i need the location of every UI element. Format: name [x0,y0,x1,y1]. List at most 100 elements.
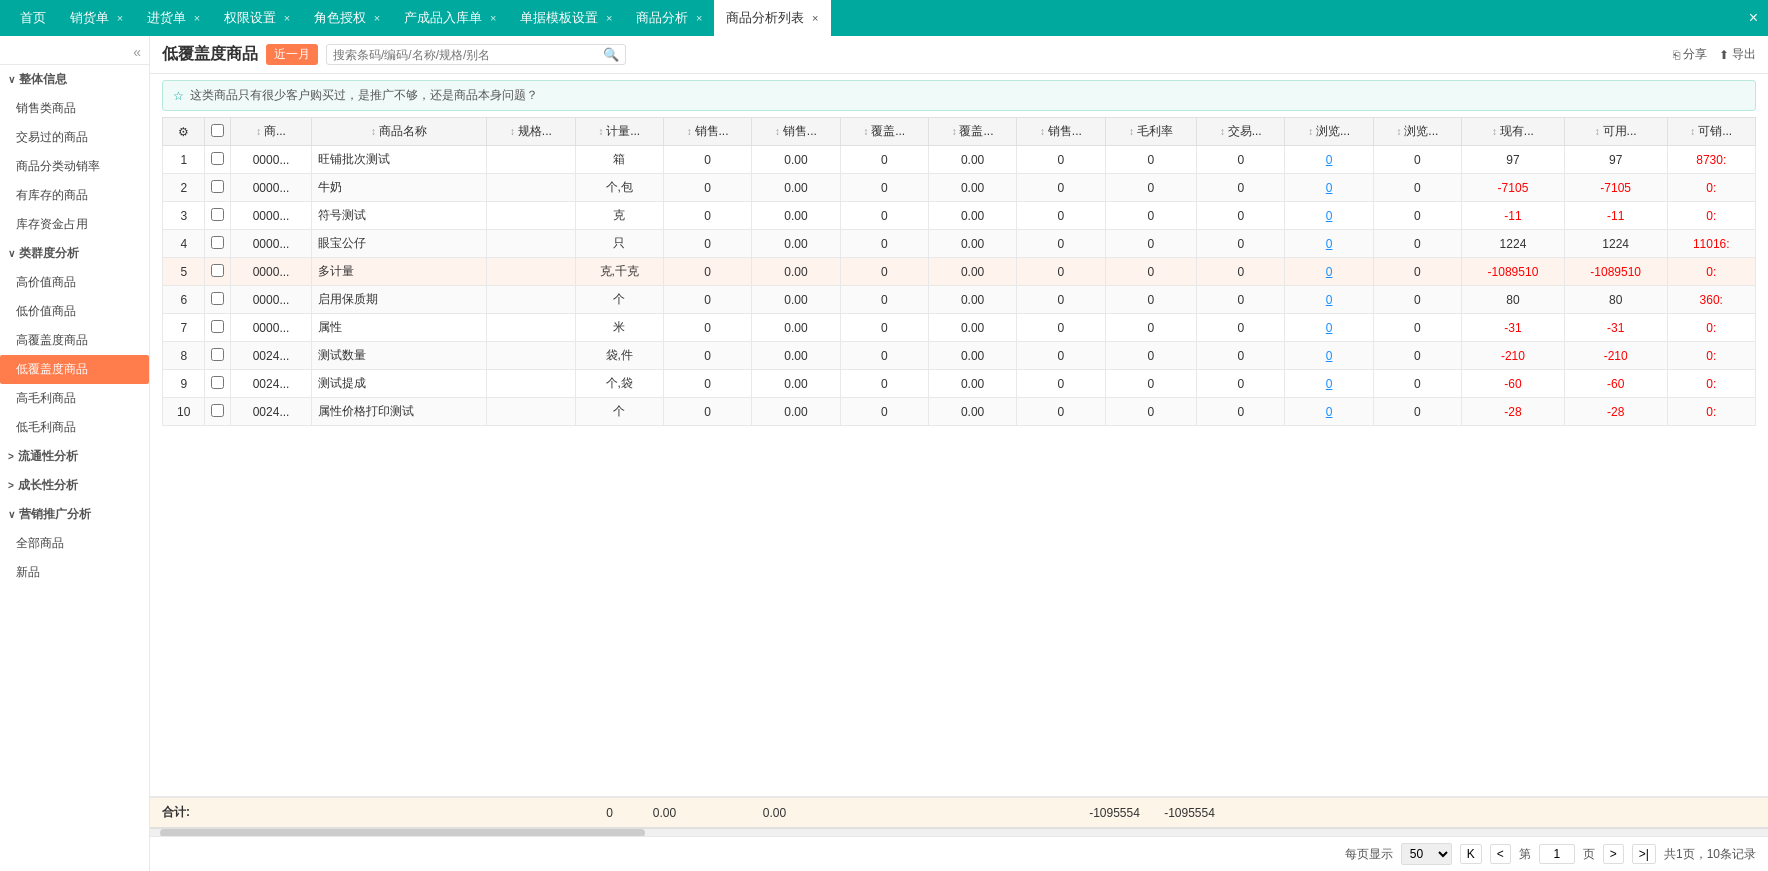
window-close-btn[interactable]: × [1749,9,1758,27]
row-select-checkbox[interactable] [211,376,224,389]
row-checkbox[interactable] [205,174,231,202]
page-number-input[interactable] [1539,844,1575,864]
horizontal-scrollbar[interactable] [150,828,1768,836]
col-spec[interactable]: 规格... [487,118,575,146]
row-select-checkbox[interactable] [211,404,224,417]
nav-close-sales[interactable]: × [117,12,123,24]
nav-sales[interactable]: 销货单 × [58,0,135,36]
row-checkbox[interactable] [205,314,231,342]
col-code[interactable]: 商... [231,118,311,146]
nav-goods-analysis-list[interactable]: 商品分析列表 × [714,0,830,36]
nav-roles[interactable]: 角色授权 × [302,0,392,36]
sidebar-item-category-rate[interactable]: 商品分类动销率 [0,152,149,181]
sidebar-collapse-btn[interactable]: « [0,40,149,65]
col-browse1[interactable]: 浏览... [1285,118,1373,146]
sidebar-group-cluster[interactable]: ∨ 类群度分析 [0,239,149,268]
sidebar-item-high-value[interactable]: 高价值商品 [0,268,149,297]
col-trade[interactable]: 交易... [1197,118,1285,146]
col-available[interactable]: 可用... [1564,118,1667,146]
row-select-checkbox[interactable] [211,264,224,277]
row-browse1[interactable]: 0 [1285,286,1373,314]
row-browse1[interactable]: 0 [1285,146,1373,174]
nav-close-template[interactable]: × [606,12,612,24]
sidebar-item-traded-goods[interactable]: 交易过的商品 [0,123,149,152]
table-wrapper[interactable]: ⚙ 商... 商品名称 规格... 计量... 销售... 销售... 覆盖..… [150,117,1768,796]
row-browse1[interactable]: 0 [1285,342,1373,370]
row-browse1[interactable]: 0 [1285,370,1373,398]
first-page-btn[interactable]: K [1460,844,1482,864]
row-browse1[interactable]: 0 [1285,174,1373,202]
row-select-checkbox[interactable] [211,236,224,249]
col-unit[interactable]: 计量... [575,118,663,146]
row-checkbox[interactable] [205,370,231,398]
nav-purchase[interactable]: 进货单 × [135,0,212,36]
sidebar-item-stocked-goods[interactable]: 有库存的商品 [0,181,149,210]
row-browse1[interactable]: 0 [1285,202,1373,230]
row-select-checkbox[interactable] [211,208,224,221]
row-checkbox[interactable] [205,230,231,258]
col-sales-amt[interactable]: 销售... [752,118,840,146]
row-browse1[interactable]: 0 [1285,230,1373,258]
row-checkbox[interactable] [205,398,231,426]
row-checkbox[interactable] [205,342,231,370]
col-sales-qty[interactable]: 销售... [663,118,751,146]
per-page-select[interactable]: 50 20 100 200 [1401,843,1452,865]
period-button[interactable]: 近一月 [266,44,318,65]
row-browse2: 0 [1373,398,1461,426]
sidebar-item-low-gross[interactable]: 低毛利商品 [0,413,149,442]
sidebar-item-sales-goods[interactable]: 销售类商品 [0,94,149,123]
col-cover2[interactable]: 覆盖... [928,118,1016,146]
row-select-checkbox[interactable] [211,292,224,305]
last-page-btn[interactable]: >| [1632,844,1656,864]
select-all-checkbox[interactable] [211,124,224,137]
row-select-checkbox[interactable] [211,152,224,165]
row-checkbox[interactable] [205,286,231,314]
nav-close-goods-analysis-list[interactable]: × [812,12,818,24]
col-current[interactable]: 现有... [1462,118,1565,146]
prev-page-btn[interactable]: < [1490,844,1511,864]
sidebar-item-low-value[interactable]: 低价值商品 [0,297,149,326]
nav-close-permissions[interactable]: × [284,12,290,24]
search-input[interactable] [333,48,603,62]
row-checkbox[interactable] [205,202,231,230]
sidebar-item-high-coverage[interactable]: 高覆盖度商品 [0,326,149,355]
row-browse1[interactable]: 0 [1285,314,1373,342]
row-checkbox[interactable] [205,258,231,286]
next-page-btn[interactable]: > [1603,844,1624,864]
row-select-checkbox[interactable] [211,320,224,333]
col-checkbox-header[interactable] [205,118,231,146]
col-gross-rate[interactable]: 毛利率 [1105,118,1197,146]
nav-close-purchase[interactable]: × [194,12,200,24]
search-box[interactable]: 🔍 [326,44,626,65]
sidebar-item-high-gross[interactable]: 高毛利商品 [0,384,149,413]
row-browse1[interactable]: 0 [1285,258,1373,286]
sidebar-item-stock-capital[interactable]: 库存资金占用 [0,210,149,239]
sidebar-item-low-coverage[interactable]: 低覆盖度商品 [0,355,149,384]
row-browse1[interactable]: 0 [1285,398,1373,426]
nav-products-in[interactable]: 产成品入库单 × [392,0,508,36]
col-sales3[interactable]: 销售... [1017,118,1105,146]
share-button[interactable]: ⎗ 分享 [1673,46,1707,63]
nav-close-products-in[interactable]: × [490,12,496,24]
nav-close-roles[interactable]: × [374,12,380,24]
sidebar-item-all-goods[interactable]: 全部商品 [0,529,149,558]
col-sellable[interactable]: 可销... [1667,118,1755,146]
row-select-checkbox[interactable] [211,348,224,361]
nav-close-goods-analysis[interactable]: × [696,12,702,24]
col-name[interactable]: 商品名称 [311,118,487,146]
sidebar-group-growth[interactable]: > 成长性分析 [0,471,149,500]
sidebar-group-circulation[interactable]: > 流通性分析 [0,442,149,471]
nav-home[interactable]: 首页 [8,0,58,36]
nav-goods-analysis[interactable]: 商品分析 × [624,0,714,36]
sidebar-item-new-goods[interactable]: 新品 [0,558,149,587]
export-button[interactable]: ⬆ 导出 [1719,46,1756,63]
col-browse2[interactable]: 浏览... [1373,118,1461,146]
col-cover1[interactable]: 覆盖... [840,118,928,146]
sidebar-group-marketing[interactable]: ∨ 营销推广分析 [0,500,149,529]
sidebar-group-overall[interactable]: ∨ 整体信息 [0,65,149,94]
row-select-checkbox[interactable] [211,180,224,193]
nav-permissions[interactable]: 权限设置 × [212,0,302,36]
row-checkbox[interactable] [205,146,231,174]
col-settings[interactable]: ⚙ [163,118,205,146]
nav-template[interactable]: 单据模板设置 × [508,0,624,36]
